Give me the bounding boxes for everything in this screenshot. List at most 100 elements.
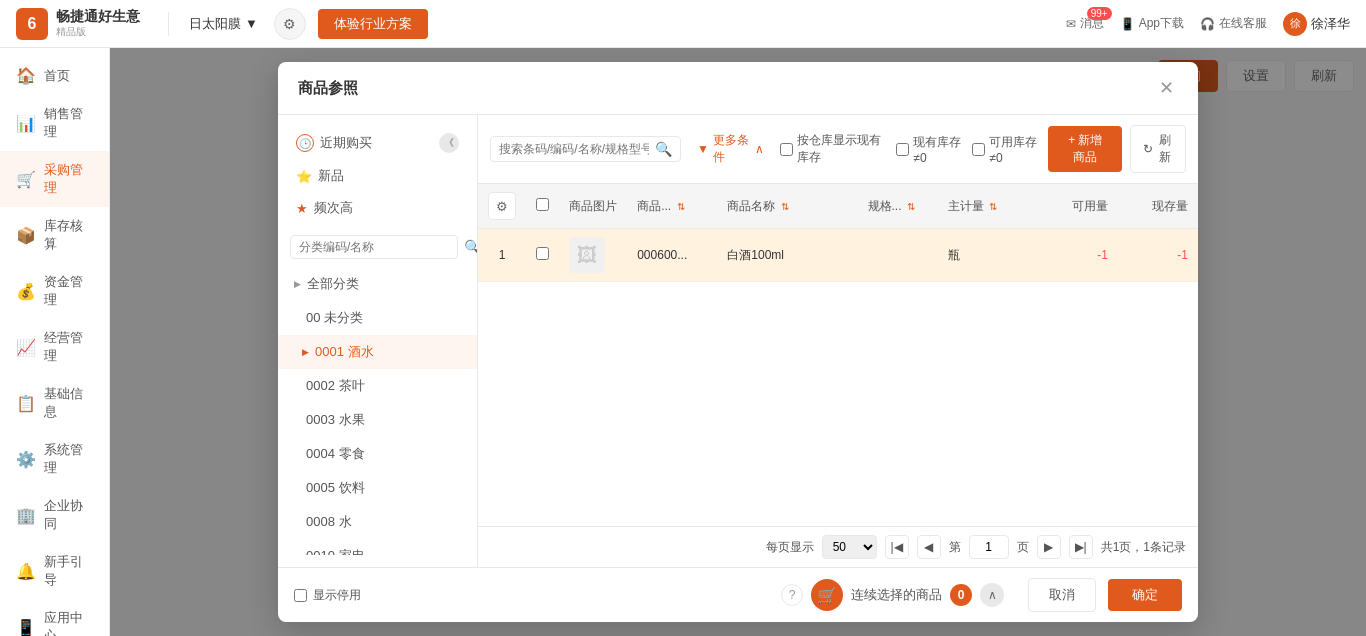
col-unit-label: 主计量 bbox=[948, 199, 984, 213]
modal-body: 🕒 近期购买 《 ⭐ 新品 ★ 频次高 bbox=[278, 115, 1198, 567]
sidebar-item-sales[interactable]: 📊 销售管理 bbox=[0, 95, 109, 151]
new-products-label: 新品 bbox=[318, 167, 344, 185]
sidebar-item-home[interactable]: 🏠 首页 bbox=[0, 56, 109, 95]
cat-fruit[interactable]: 0003 水果 bbox=[278, 403, 477, 437]
cart-count: 0 bbox=[950, 584, 972, 606]
first-page-button[interactable]: |◀ bbox=[885, 535, 909, 559]
row-num: 1 bbox=[478, 229, 526, 282]
new-products-nav[interactable]: ⭐ 新品 bbox=[286, 161, 469, 191]
continuous-select-label: 连续选择的商品 bbox=[851, 586, 942, 604]
collapse-cart-button[interactable]: ∧ bbox=[980, 583, 1004, 607]
trial-button[interactable]: 体验行业方案 bbox=[318, 9, 428, 39]
last-page-button[interactable]: ▶| bbox=[1069, 535, 1093, 559]
search-icon: 🔍 bbox=[655, 141, 672, 157]
col-stock-label: 现存量 bbox=[1152, 199, 1188, 213]
total-info: 共1页，1条记录 bbox=[1101, 539, 1186, 556]
category-search: 🔍 bbox=[278, 235, 477, 259]
available-stock-checkbox[interactable] bbox=[972, 143, 985, 156]
cat-tea[interactable]: 0002 茶叶 bbox=[278, 369, 477, 403]
show-disabled-checkbox[interactable] bbox=[294, 589, 307, 602]
modal-close-button[interactable]: ✕ bbox=[1154, 76, 1178, 100]
basic-icon: 📋 bbox=[16, 394, 36, 413]
col-spec-header[interactable]: 规格... ⇅ bbox=[858, 184, 938, 229]
sidebar-item-inventory[interactable]: 📦 库存核算 bbox=[0, 207, 109, 263]
recent-purchase-nav[interactable]: 🕒 近期购买 《 bbox=[286, 127, 469, 159]
current-stock-checkbox[interactable] bbox=[896, 143, 909, 156]
app-download-item[interactable]: 📱 App下载 bbox=[1120, 15, 1184, 32]
cat-snack[interactable]: 0004 零食 bbox=[278, 437, 477, 471]
show-disabled-wrap: 显示停用 bbox=[294, 587, 361, 604]
headset-icon: 🎧 bbox=[1200, 17, 1215, 31]
cancel-button[interactable]: 取消 bbox=[1028, 578, 1096, 612]
select-all-checkbox[interactable] bbox=[536, 198, 549, 211]
table-settings-button[interactable]: ⚙ bbox=[488, 192, 516, 220]
apps-icon: 📱 bbox=[16, 618, 36, 637]
add-product-button[interactable]: + 新增商品 bbox=[1048, 126, 1122, 172]
col-name-label: 商品名称 bbox=[727, 199, 775, 213]
cat-label: 0010 家电 bbox=[306, 547, 365, 555]
online-service-label: 在线客服 bbox=[1219, 15, 1267, 32]
logo-icon: 6 bbox=[16, 8, 48, 40]
col-checkbox-header bbox=[526, 184, 559, 229]
header-right: ✉ 消息 99+ 📱 App下载 🎧 在线客服 徐 徐泽华 bbox=[1066, 12, 1350, 36]
category-search-input[interactable] bbox=[290, 235, 458, 259]
cat-appliance[interactable]: 0010 家电 bbox=[278, 539, 477, 555]
cat-beverage[interactable]: 0005 饮料 bbox=[278, 471, 477, 505]
sidebar-item-guide[interactable]: 🔔 新手引导 bbox=[0, 543, 109, 599]
sidebar-item-label: 基础信息 bbox=[44, 385, 93, 421]
category-search-icon[interactable]: 🔍 bbox=[464, 239, 478, 255]
sidebar: 🏠 首页 📊 销售管理 🛒 采购管理 📦 库存核算 💰 资金管理 📈 经营管理 … bbox=[0, 48, 110, 636]
home-icon: 🏠 bbox=[16, 66, 36, 85]
more-filters-button[interactable]: ▼ 更多条件 ∧ bbox=[689, 128, 772, 170]
messages-badge: 99+ bbox=[1087, 7, 1112, 20]
cat-uncategorized[interactable]: 00 未分类 bbox=[278, 301, 477, 335]
col-code-header[interactable]: 商品... ⇅ bbox=[627, 184, 717, 229]
cat-label: 00 未分类 bbox=[306, 309, 363, 327]
sidebar-item-apps[interactable]: 📱 应用中心 bbox=[0, 599, 109, 636]
prev-page-button[interactable]: ◀ bbox=[917, 535, 941, 559]
warehouse-stock-checkbox[interactable] bbox=[780, 143, 793, 156]
per-page-label: 每页显示 bbox=[766, 539, 814, 556]
available-stock-filter[interactable]: 可用库存≠0 bbox=[972, 134, 1040, 165]
store-selector[interactable]: 日太阳膜 ▼ bbox=[181, 11, 266, 37]
settings-button[interactable]: ⚙ bbox=[274, 8, 306, 40]
cat-water[interactable]: 0008 水 bbox=[278, 505, 477, 539]
product-search-input[interactable] bbox=[499, 142, 649, 156]
high-frequency-nav[interactable]: ★ 频次高 bbox=[286, 193, 469, 223]
user-profile[interactable]: 徐 徐泽华 bbox=[1283, 12, 1350, 36]
page-number-input[interactable] bbox=[969, 535, 1009, 559]
col-name-header[interactable]: 商品名称 ⇅ bbox=[717, 184, 857, 229]
current-stock-filter[interactable]: 现有库存≠0 bbox=[896, 134, 964, 165]
sidebar-item-system[interactable]: ⚙️ 系统管理 bbox=[0, 431, 109, 487]
row-unit: 瓶 bbox=[938, 229, 1018, 282]
online-service-item[interactable]: 🎧 在线客服 bbox=[1200, 15, 1267, 32]
sidebar-item-operations[interactable]: 📈 经营管理 bbox=[0, 319, 109, 375]
sidebar-item-basic-info[interactable]: 📋 基础信息 bbox=[0, 375, 109, 431]
cart-button[interactable]: 🛒 bbox=[811, 579, 843, 611]
warehouse-stock-filter[interactable]: 按仓库显示现有库存 bbox=[780, 132, 889, 166]
warehouse-stock-label: 按仓库显示现有库存 bbox=[797, 132, 889, 166]
sidebar-item-finance[interactable]: 💰 资金管理 bbox=[0, 263, 109, 319]
purchase-icon: 🛒 bbox=[16, 170, 36, 189]
sidebar-item-purchase[interactable]: 🛒 采购管理 bbox=[0, 151, 109, 207]
confirm-button[interactable]: 确定 bbox=[1108, 579, 1182, 611]
sidebar-item-label: 采购管理 bbox=[44, 161, 93, 197]
sidebar-item-enterprise[interactable]: 🏢 企业协同 bbox=[0, 487, 109, 543]
col-unit-header[interactable]: 主计量 ⇅ bbox=[938, 184, 1018, 229]
cat-liquor[interactable]: ▶ 0001 酒水 bbox=[278, 335, 477, 369]
per-page-select[interactable]: 50 100 200 bbox=[822, 535, 877, 559]
help-icon[interactable]: ? bbox=[781, 584, 803, 606]
table-row[interactable]: 1 🖼 000600... 白酒100ml bbox=[478, 229, 1198, 282]
modal-footer: 显示停用 ? 🛒 连续选择的商品 0 ∧ 取消 确定 bbox=[278, 567, 1198, 622]
messages-item[interactable]: ✉ 消息 99+ bbox=[1066, 15, 1104, 32]
row-select-checkbox[interactable] bbox=[536, 247, 549, 260]
row-checkbox[interactable] bbox=[526, 229, 559, 282]
high-frequency-label: 频次高 bbox=[314, 199, 353, 217]
cat-all[interactable]: ▶ 全部分类 bbox=[278, 267, 477, 301]
next-page-button[interactable]: ▶ bbox=[1037, 535, 1061, 559]
main-layout: 🏠 首页 📊 销售管理 🛒 采购管理 📦 库存核算 💰 资金管理 📈 经营管理 … bbox=[0, 48, 1366, 636]
collapse-icon[interactable]: 《 bbox=[439, 133, 459, 153]
refresh-button[interactable]: ↻ 刷新 bbox=[1130, 125, 1186, 173]
col-stock-header: 现存量 bbox=[1118, 184, 1198, 229]
sidebar-item-label: 新手引导 bbox=[44, 553, 93, 589]
